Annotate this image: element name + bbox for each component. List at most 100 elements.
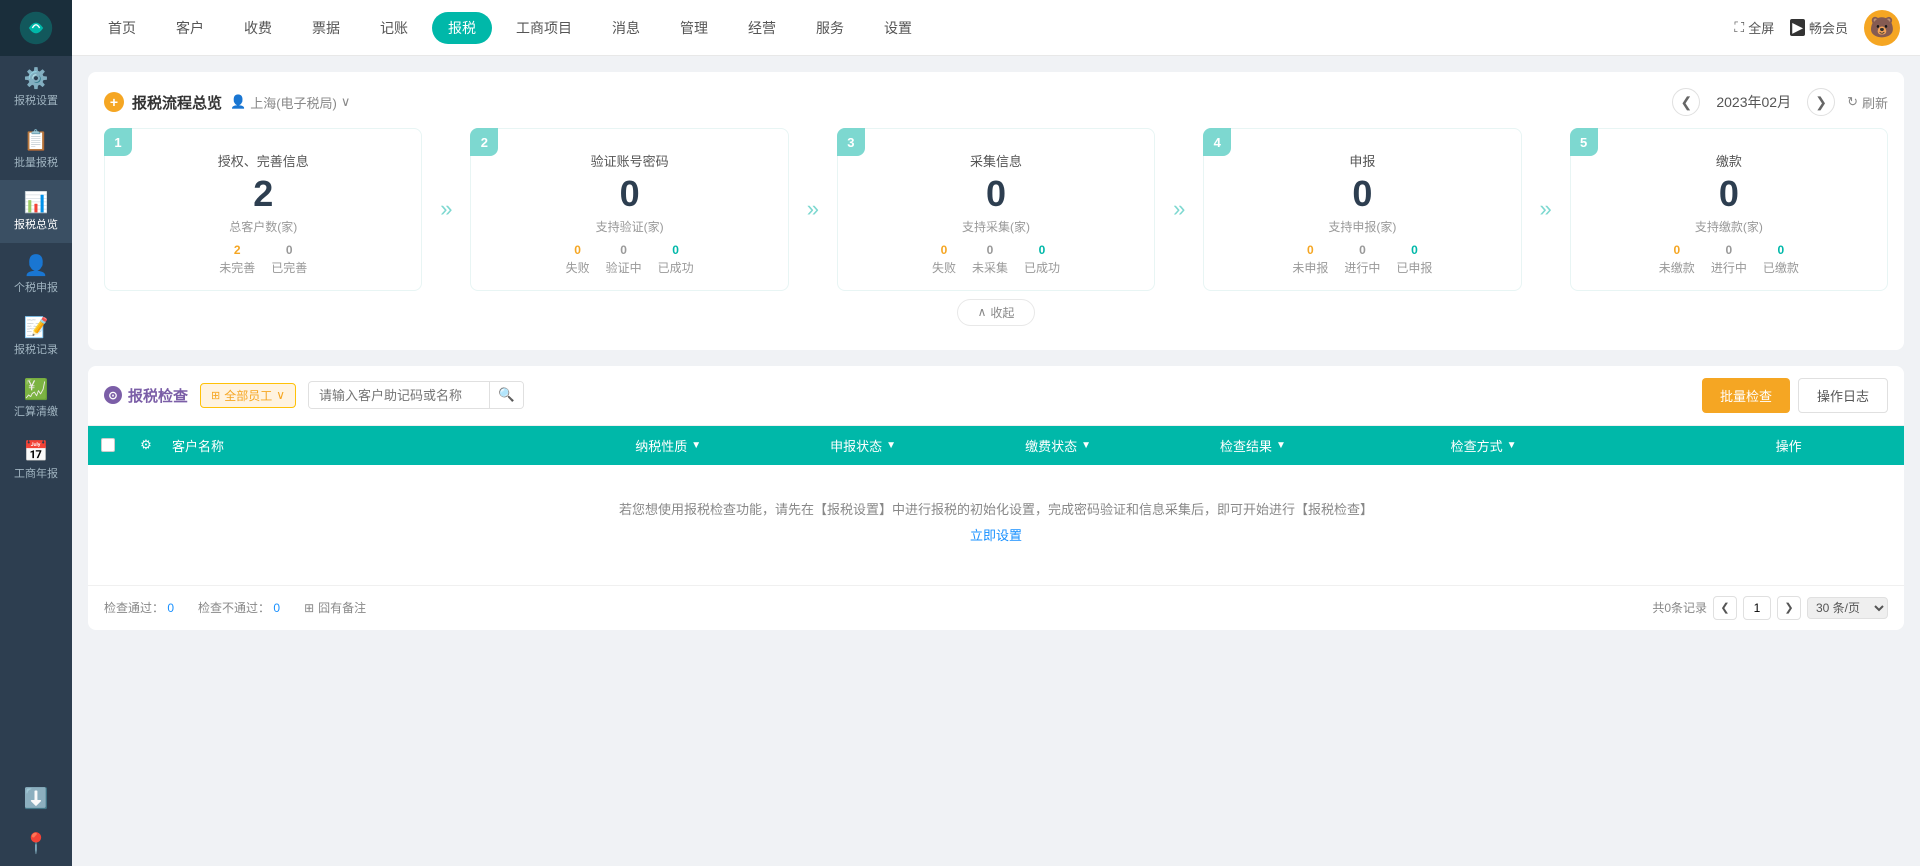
step-1-number: 1 (104, 128, 132, 156)
operation-log-button[interactable]: 操作日志 (1798, 378, 1888, 413)
filter-icon[interactable]: ▼ (1507, 440, 1517, 451)
th-tax-nature: 纳税性质 ▼ (627, 426, 822, 465)
step-4-number: 4 (1203, 128, 1231, 156)
next-month-button[interactable]: ❯ (1807, 88, 1835, 116)
note-icon: ⊞ (304, 601, 314, 615)
th-declare-status: 申报状态 ▼ (822, 426, 1017, 465)
sidebar-item-location[interactable]: 📍 (0, 821, 72, 866)
step-2-stat-0: 0 失败 (566, 243, 590, 276)
filter-icon[interactable]: ▼ (1081, 440, 1091, 451)
tax-check-section: ⊙ 报税检查 ⊞ 全部员工 ∨ 🔍 批量检查 操作日志 (88, 366, 1904, 630)
nav-item-services[interactable]: 服务 (800, 12, 860, 44)
nav-items: 首页 客户 收费 票据 记账 报税 工商项目 消息 管理 经营 服务 设置 (92, 12, 1734, 44)
location-text: 上海(电子税局) (250, 93, 337, 112)
download-icon: ⬇️ (24, 786, 49, 811)
page-input[interactable] (1743, 596, 1771, 620)
filter-icon[interactable]: ▼ (691, 440, 701, 451)
search-input[interactable] (309, 383, 489, 408)
sidebar-item-settlement[interactable]: 💹 汇算清缴 (0, 367, 72, 429)
nav-item-home[interactable]: 首页 (92, 12, 152, 44)
batch-check-button[interactable]: 批量检查 (1702, 378, 1790, 413)
step-2-count: 0 (483, 174, 775, 214)
employee-filter[interactable]: ⊞ 全部员工 ∨ (200, 383, 296, 408)
filter-icon[interactable]: ▼ (886, 440, 896, 451)
nav-item-messages[interactable]: 消息 (596, 12, 656, 44)
step-5-title: 缴款 (1583, 151, 1875, 170)
next-page-button[interactable]: ❯ (1777, 596, 1801, 620)
step-3-count: 0 (850, 174, 1142, 214)
step-4-stat-0: 0 未申报 (1292, 243, 1328, 276)
step-2-desc: 支持验证(家) (483, 218, 775, 235)
step-2-number: 2 (470, 128, 498, 156)
step-5-card: 5 缴款 0 支持缴款(家) 0 未缴款 0 进行中 (1570, 128, 1888, 291)
check-actions: 批量检查 操作日志 (1702, 378, 1888, 413)
stat-value: 0 (286, 243, 293, 257)
step-3-title: 采集信息 (850, 151, 1142, 170)
page-size-select[interactable]: 30 条/页 50 条/页 100 条/页 (1807, 597, 1888, 619)
sidebar-item-personal-tax[interactable]: 👤 个税申报 (0, 243, 72, 305)
nav-item-settings[interactable]: 设置 (868, 12, 928, 44)
filter-label: 全部员工 (224, 387, 272, 404)
sidebar-item-tax-records[interactable]: 📝 报税记录 (0, 305, 72, 367)
step-4-desc: 支持申报(家) (1216, 218, 1508, 235)
refresh-label: 刷新 (1862, 93, 1888, 112)
check-pass-count[interactable]: 0 (167, 601, 174, 615)
step-5-count: 0 (1583, 174, 1875, 214)
table-body: 若您想使用报税检查功能，请先在【报税设置】中进行报税的初始化设置，完成密码验证和… (88, 465, 1904, 585)
flow-steps: 1 授权、完善信息 2 总客户数(家) 2 未完善 0 已完善 (104, 128, 1888, 291)
chevron-down-icon: ∨ (276, 388, 285, 402)
refresh-icon: ↻ (1847, 94, 1858, 110)
nav-item-bookkeeping[interactable]: 记账 (364, 12, 424, 44)
location-selector[interactable]: 👤 上海(电子税局) ∨ (230, 93, 350, 112)
step-5-stat-0: 0 未缴款 (1659, 243, 1695, 276)
arrow-1: » (422, 128, 470, 291)
prev-month-button[interactable]: ❮ (1672, 88, 1700, 116)
location-icon-small: 👤 (230, 94, 246, 110)
step-1-count: 2 (117, 174, 409, 214)
nav-item-tax[interactable]: 报税 (432, 12, 492, 44)
refresh-button[interactable]: ↻ 刷新 (1847, 93, 1888, 112)
settlement-icon: 💹 (24, 377, 49, 402)
gear-icon[interactable]: ⚙ (140, 437, 152, 453)
filter-icon[interactable]: ▼ (1276, 440, 1286, 451)
prev-page-button[interactable]: ❮ (1713, 596, 1737, 620)
step-5-number: 5 (1570, 128, 1598, 156)
step-2-stat-1: 0 验证中 (606, 243, 642, 276)
sidebar-item-batch-tax[interactable]: 📋 批量报税 (0, 118, 72, 180)
nav-item-management[interactable]: 管理 (664, 12, 724, 44)
fullscreen-button[interactable]: ⛶ 全屏 (1734, 18, 1774, 37)
batch-tax-icon: 📋 (24, 128, 49, 153)
member-label: 畅会员 (1809, 18, 1848, 37)
member-button[interactable]: ▶ 畅会员 (1790, 18, 1848, 37)
arrow-3: » (1155, 128, 1203, 291)
search-button[interactable]: 🔍 (489, 382, 523, 408)
tax-overview-icon: 📊 (24, 190, 49, 215)
setup-link[interactable]: 立即设置 (970, 523, 1022, 549)
step-1-stats: 2 未完善 0 已完善 (117, 243, 409, 276)
select-all-checkbox[interactable] (101, 438, 115, 452)
check-pass-stat: 检查通过： 0 (104, 599, 174, 616)
step-5-stats: 0 未缴款 0 进行中 0 已缴款 (1583, 243, 1875, 276)
check-title: ⊙ 报税检查 (104, 385, 188, 406)
step-3-desc: 支持采集(家) (850, 218, 1142, 235)
sidebar-item-tax-settings[interactable]: ⚙️ 报税设置 (0, 56, 72, 118)
sidebar-item-label: 报税总览 (14, 219, 58, 232)
th-checkbox (88, 428, 128, 462)
sidebar-item-annual-report[interactable]: 📅 工商年报 (0, 429, 72, 491)
th-name: 客户名称 (164, 426, 627, 465)
nav-item-invoices[interactable]: 票据 (296, 12, 356, 44)
step-3-stats: 0 失败 0 未采集 0 已成功 (850, 243, 1142, 276)
nav-item-operations[interactable]: 经营 (732, 12, 792, 44)
collapse-button[interactable]: ∧ 收起 (957, 299, 1036, 326)
sidebar-item-download[interactable]: ⬇️ (0, 776, 72, 821)
user-avatar[interactable]: 🐻 (1864, 10, 1900, 46)
check-fail-count[interactable]: 0 (273, 601, 280, 615)
check-fail-stat: 检查不通过： 0 (198, 599, 280, 616)
annual-report-icon: 📅 (24, 439, 49, 464)
member-icon: ▶ (1790, 19, 1805, 36)
nav-item-clients[interactable]: 客户 (160, 12, 220, 44)
nav-item-business[interactable]: 工商项目 (500, 12, 588, 44)
nav-item-fees[interactable]: 收费 (228, 12, 288, 44)
sidebar-item-tax-overview[interactable]: 📊 报税总览 (0, 180, 72, 242)
check-header: ⊙ 报税检查 ⊞ 全部员工 ∨ 🔍 批量检查 操作日志 (88, 366, 1904, 426)
